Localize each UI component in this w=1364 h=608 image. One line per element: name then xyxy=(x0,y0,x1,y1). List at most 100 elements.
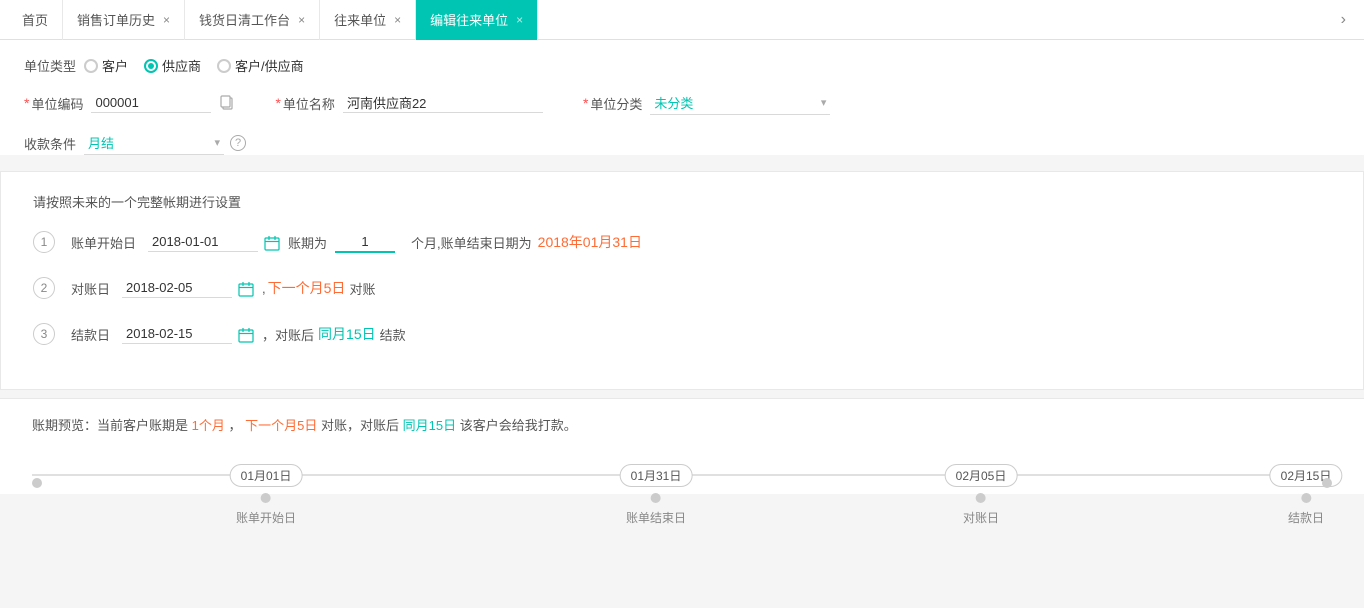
step-1-prefix: 账期为 xyxy=(288,233,327,252)
category-value: 未分类 xyxy=(654,93,816,112)
period-input[interactable] xyxy=(335,232,395,253)
tab-home[interactable]: 首页 xyxy=(8,0,63,40)
timeline-label-2: 账单结束日 xyxy=(626,509,686,526)
timeline-point-1: 01月01日 账单开始日 xyxy=(230,464,303,526)
timeline: 01月01日 账单开始日 01月31日 账单结束日 02月05日 对账日 02月… xyxy=(32,454,1332,494)
tab-home-label: 首页 xyxy=(22,10,48,29)
category-required: * xyxy=(583,95,588,111)
unit-type-row: 单位类型 客户 供应商 客户/供应商 xyxy=(24,56,1340,75)
payment-label: 收款条件 xyxy=(24,134,76,153)
step-2-row: 2 对账日 , 下一个月5日 对账 xyxy=(33,277,1331,299)
radio-supplier-label: 供应商 xyxy=(162,56,201,75)
preview-intro: 账期预览：当前客户账期是 xyxy=(32,418,188,433)
timeline-badge-2: 01月31日 xyxy=(620,464,693,487)
step-1-num: 1 xyxy=(33,231,55,253)
category-field-group: * 单位分类 未分类 ▾ xyxy=(583,91,830,115)
step-3-num: 3 xyxy=(33,323,55,345)
radio-customer-label: 客户 xyxy=(102,56,128,75)
tab-sales-history-close[interactable]: × xyxy=(163,13,170,27)
step-3-highlight: 同月15日 xyxy=(318,324,376,344)
preview-sep2: 对账，对账后 xyxy=(321,418,399,433)
tab-cash-work[interactable]: 钱货日清工作台 × xyxy=(185,0,320,40)
step-1-row: 1 账单开始日 账期为 个月,账单结束日期为 2018年01月31日 xyxy=(33,231,1331,253)
step-3-date-input[interactable] xyxy=(122,324,232,344)
name-input[interactable] xyxy=(343,93,543,113)
payment-help-icon[interactable]: ? xyxy=(230,135,246,151)
step-3-suffix: 结款 xyxy=(380,325,406,344)
step-2-cal-icon[interactable] xyxy=(238,279,254,296)
category-label: 单位分类 xyxy=(590,94,642,113)
timeline-dot-2 xyxy=(651,493,661,503)
radio-supplier[interactable]: 供应商 xyxy=(144,56,201,75)
tab-partners-close[interactable]: × xyxy=(394,13,401,27)
tab-edit-partner-close[interactable]: × xyxy=(516,13,523,27)
step-2-suffix: 对账 xyxy=(349,279,375,298)
radio-both-circle xyxy=(217,59,231,73)
tab-edit-partner-label: 编辑往来单位 xyxy=(430,10,508,29)
payment-value: 月结 xyxy=(88,133,210,152)
step-2-label: 对账日 xyxy=(71,279,110,298)
timeline-dot-3 xyxy=(976,493,986,503)
step-3-label: 结款日 xyxy=(71,325,110,344)
timeline-right-dot xyxy=(1322,478,1332,488)
timeline-label-4: 结款日 xyxy=(1288,509,1324,526)
radio-customer-circle xyxy=(84,59,98,73)
tab-partners-label: 往来单位 xyxy=(334,10,386,29)
step-3-cal-icon[interactable] xyxy=(238,325,254,342)
preview-period: 1个月 xyxy=(192,418,225,433)
radio-customer[interactable]: 客户 xyxy=(84,56,128,75)
step-1-suffix-text: 个月,账单结束日期为 xyxy=(411,233,532,252)
code-label: 单位编码 xyxy=(31,94,83,113)
timeline-dot-4 xyxy=(1301,493,1311,503)
tab-more-button[interactable]: › xyxy=(1331,11,1356,29)
code-copy-icon[interactable] xyxy=(219,94,235,113)
tab-cash-work-label: 钱货日清工作台 xyxy=(199,10,290,29)
tab-partners[interactable]: 往来单位 × xyxy=(320,0,416,40)
unit-type-radio-group: 客户 供应商 客户/供应商 xyxy=(84,56,304,75)
preview-text-row: 账期预览：当前客户账期是 1个月 ， 下一个月5日 对账，对账后 同月15日 该… xyxy=(32,415,1332,434)
radio-both[interactable]: 客户/供应商 xyxy=(217,56,304,75)
card-instruction: 请按照未来的一个完整帐期进行设置 xyxy=(33,192,1331,211)
step-1-cal-icon[interactable] xyxy=(264,233,280,250)
step-2-highlight: 下一个月5日 xyxy=(268,278,346,298)
category-arrow-icon: ▾ xyxy=(821,96,827,109)
name-required: * xyxy=(275,95,280,111)
top-form: 单位类型 客户 供应商 客户/供应商 * 单位编码 xyxy=(0,40,1364,155)
preview-date2: 同月15日 xyxy=(403,418,456,433)
unit-type-label: 单位类型 xyxy=(24,56,76,75)
tab-sales-history[interactable]: 销售订单历史 × xyxy=(63,0,185,40)
step-1-end-date: 2018年01月31日 xyxy=(538,232,642,252)
timeline-point-4: 02月15日 结款日 xyxy=(1270,464,1343,526)
code-field-group: * 单位编码 xyxy=(24,93,235,113)
payment-arrow-icon: ▾ xyxy=(214,136,220,149)
timeline-dot-1 xyxy=(261,493,271,503)
preview-section: 账期预览：当前客户账期是 1个月 ， 下一个月5日 对账，对账后 同月15日 该… xyxy=(0,398,1364,494)
name-field-group: * 单位名称 xyxy=(275,93,542,113)
tab-sales-history-label: 销售订单历史 xyxy=(77,10,155,29)
preview-sep1: ， xyxy=(229,418,242,433)
radio-supplier-circle xyxy=(144,59,158,73)
payment-row: 收款条件 月结 ▾ ? xyxy=(24,131,1340,155)
radio-both-label: 客户/供应商 xyxy=(235,56,304,75)
step-2-date-input[interactable] xyxy=(122,278,232,298)
step-3-row: 3 结款日 ，对账后 同月15日 结款 xyxy=(33,323,1331,345)
timeline-left-dot xyxy=(32,478,42,488)
tab-cash-work-close[interactable]: × xyxy=(298,13,305,27)
timeline-label-1: 账单开始日 xyxy=(236,509,296,526)
timeline-badge-1: 01月01日 xyxy=(230,464,303,487)
tab-edit-partner[interactable]: 编辑往来单位 × xyxy=(416,0,538,40)
step-2-num: 2 xyxy=(33,277,55,299)
timeline-label-3: 对账日 xyxy=(963,509,999,526)
period-card: 请按照未来的一个完整帐期进行设置 1 账单开始日 账期为 个月,账单结束日期为 … xyxy=(0,171,1364,390)
timeline-point-3: 02月05日 对账日 xyxy=(945,464,1018,526)
preview-end: 该客户会给我打款。 xyxy=(460,418,577,433)
name-label: 单位名称 xyxy=(283,94,335,113)
payment-select[interactable]: 月结 ▾ xyxy=(84,131,224,155)
category-select[interactable]: 未分类 ▾ xyxy=(650,91,830,115)
code-input[interactable] xyxy=(91,93,211,113)
step-1-date-input[interactable] xyxy=(148,232,258,252)
timeline-badge-3: 02月05日 xyxy=(945,464,1018,487)
step-3-prefix: ，对账后 xyxy=(262,325,314,344)
step-2-comma: , xyxy=(262,281,266,296)
step-1-label: 账单开始日 xyxy=(71,233,136,252)
